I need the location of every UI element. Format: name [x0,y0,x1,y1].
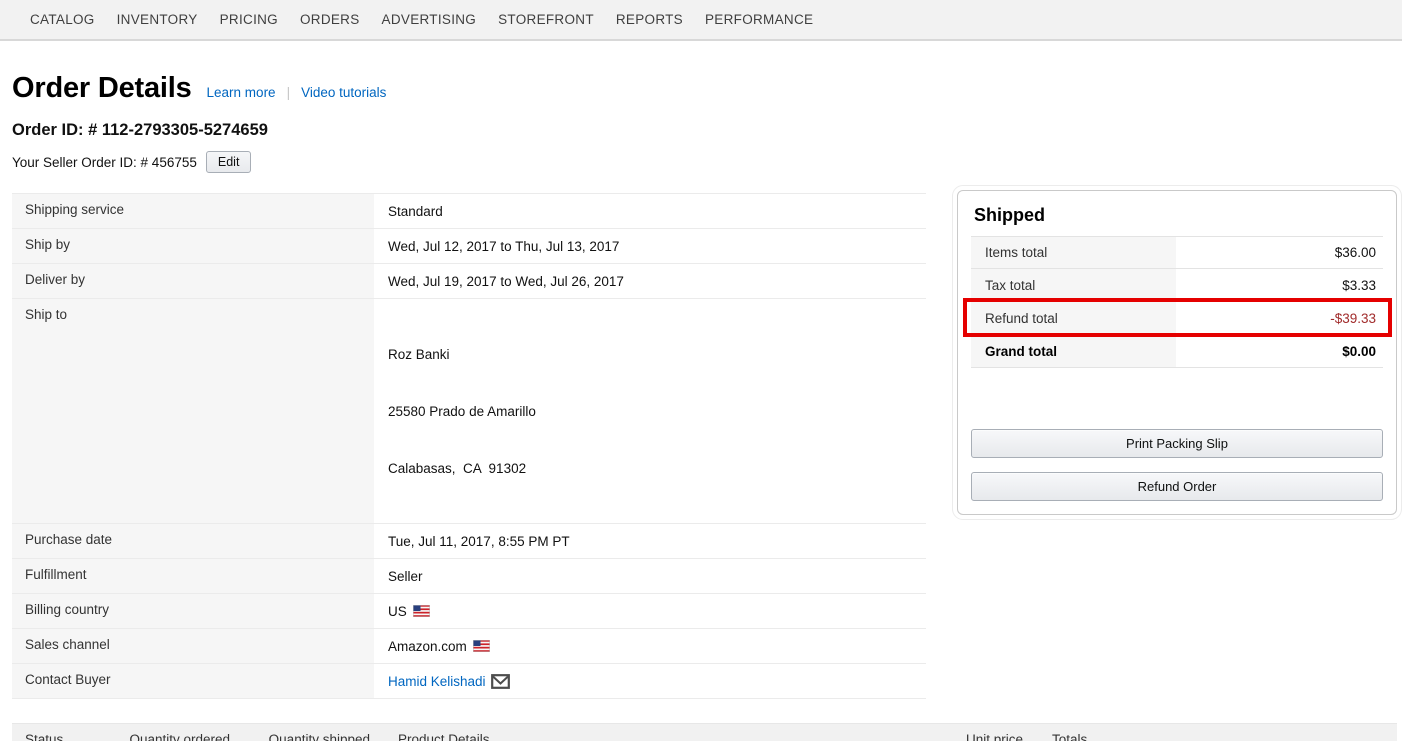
sales-channel-value: Amazon.com [388,639,467,654]
order-details-page: Order Details Learn more | Video tutoria… [0,72,1402,741]
info-row-fulfillment: Fulfillment Seller [12,559,926,594]
info-row-contact-buyer: Contact Buyer Hamid Kelishadi [12,664,926,699]
summary-row-items-total: Items total $36.00 [971,236,1383,269]
info-value: Standard [388,204,443,219]
seller-order-id-line: Your Seller Order ID: # 456755 Edit [12,151,1397,173]
order-id-heading: Order ID: # 112-2793305-5274659 [12,121,268,139]
info-label: Fulfillment [12,559,374,593]
info-row-ship-to: Ship to Roz Banki 25580 Prado de Amarill… [12,299,926,524]
us-flag-icon [412,605,430,617]
header-separator: | [286,85,291,100]
billing-country-value: US [388,604,407,619]
header-qty-ordered: Quantity ordered [129,732,230,741]
info-label: Billing country [12,594,374,628]
header-qty-shipped: Quantity shipped [268,732,370,741]
ship-to-street: 25580 Prado de Amarillo [388,404,536,419]
nav-item-orders[interactable]: ORDERS [300,12,360,27]
summary-label: Tax total [971,269,1176,301]
refund-order-button[interactable]: Refund Order [971,472,1383,501]
info-value: US [374,594,926,628]
summary-row-refund-total: Refund total -$39.33 [963,298,1392,337]
items-table-header: Status Quantity ordered Quantity shipped… [12,723,1397,741]
order-info-table: Shipping service Standard Ship by Wed, J… [12,193,926,699]
summary-value: $3.33 [1342,277,1376,293]
summary-title: Shipped [974,205,1045,225]
header-status: Status [25,732,64,741]
info-value: Wed, Jul 19, 2017 to Wed, Jul 26, 2017 [388,274,624,289]
info-row-ship-by: Ship by Wed, Jul 12, 2017 to Thu, Jul 13… [12,229,926,264]
summary-value: -$39.33 [1330,310,1376,326]
info-row-deliver-by: Deliver by Wed, Jul 19, 2017 to Wed, Jul… [12,264,926,299]
summary-value: $0.00 [1342,343,1376,359]
info-value: Amazon.com [374,629,926,663]
page-title: Order Details [12,72,192,104]
contact-buyer-link[interactable]: Hamid Kelishadi [388,674,486,689]
nav-item-pricing[interactable]: PRICING [220,12,278,27]
summary-label: Grand total [971,335,1176,367]
summary-label: Items total [971,237,1176,268]
nav-item-advertising[interactable]: ADVERTISING [382,12,477,27]
summary-row-tax-total: Tax total $3.33 [971,269,1383,302]
edit-button[interactable]: Edit [205,151,252,173]
nav-item-catalog[interactable]: CATALOG [30,12,95,27]
info-row-purchase-date: Purchase date Tue, Jul 11, 2017, 8:55 PM… [12,524,926,559]
us-flag-icon [472,640,490,652]
print-packing-slip-button[interactable]: Print Packing Slip [971,429,1383,458]
info-value: Seller [388,569,423,584]
summary-label: Refund total [971,302,1176,334]
summary-row-grand-total: Grand total $0.00 [971,335,1383,368]
info-label: Deliver by [12,264,374,298]
ship-to-name: Roz Banki [388,347,450,362]
info-row-billing-country: Billing country US [12,594,926,629]
info-row-sales-channel: Sales channel Amazon.com [12,629,926,664]
info-label: Ship to [12,299,374,523]
header-totals: Totals [1052,732,1088,741]
order-items-table: Status Quantity ordered Quantity shipped… [12,723,1397,741]
video-tutorials-link[interactable]: Video tutorials [301,85,386,100]
learn-more-link[interactable]: Learn more [207,85,276,100]
header-product-details: Product Details [398,732,490,741]
info-label: Purchase date [12,524,374,558]
info-value: Hamid Kelishadi [374,664,926,698]
info-value: Tue, Jul 11, 2017, 8:55 PM PT [388,534,570,549]
info-label: Sales channel [12,629,374,663]
info-label: Shipping service [12,194,374,228]
info-label: Contact Buyer [12,664,374,698]
info-value: Wed, Jul 12, 2017 to Thu, Jul 13, 2017 [388,239,620,254]
info-row-shipping-service: Shipping service Standard [12,194,926,229]
ship-to-address: Roz Banki 25580 Prado de Amarillo Calaba… [374,299,926,523]
order-info-section: Shipping service Standard Ship by Wed, J… [12,185,1402,699]
envelope-icon[interactable] [490,674,510,689]
nav-item-storefront[interactable]: STOREFRONT [498,12,594,27]
header-unit-price: Unit price [965,732,1023,741]
nav-item-inventory[interactable]: INVENTORY [117,12,198,27]
order-summary-panel: Shipped Items total $36.00 Tax total $3.… [952,185,1402,520]
seller-order-id-text: Your Seller Order ID: # 456755 [12,154,197,170]
ship-to-city: Calabasas, CA 91302 [388,461,527,476]
page-header: Order Details Learn more | Video tutoria… [12,72,1397,105]
summary-value: $36.00 [1334,245,1376,260]
summary-spacer [971,368,1383,415]
info-label: Ship by [12,229,374,263]
nav-item-reports[interactable]: REPORTS [616,12,683,27]
top-nav: CATALOG INVENTORY PRICING ORDERS ADVERTI… [0,0,1402,41]
nav-item-performance[interactable]: PERFORMANCE [705,12,813,27]
